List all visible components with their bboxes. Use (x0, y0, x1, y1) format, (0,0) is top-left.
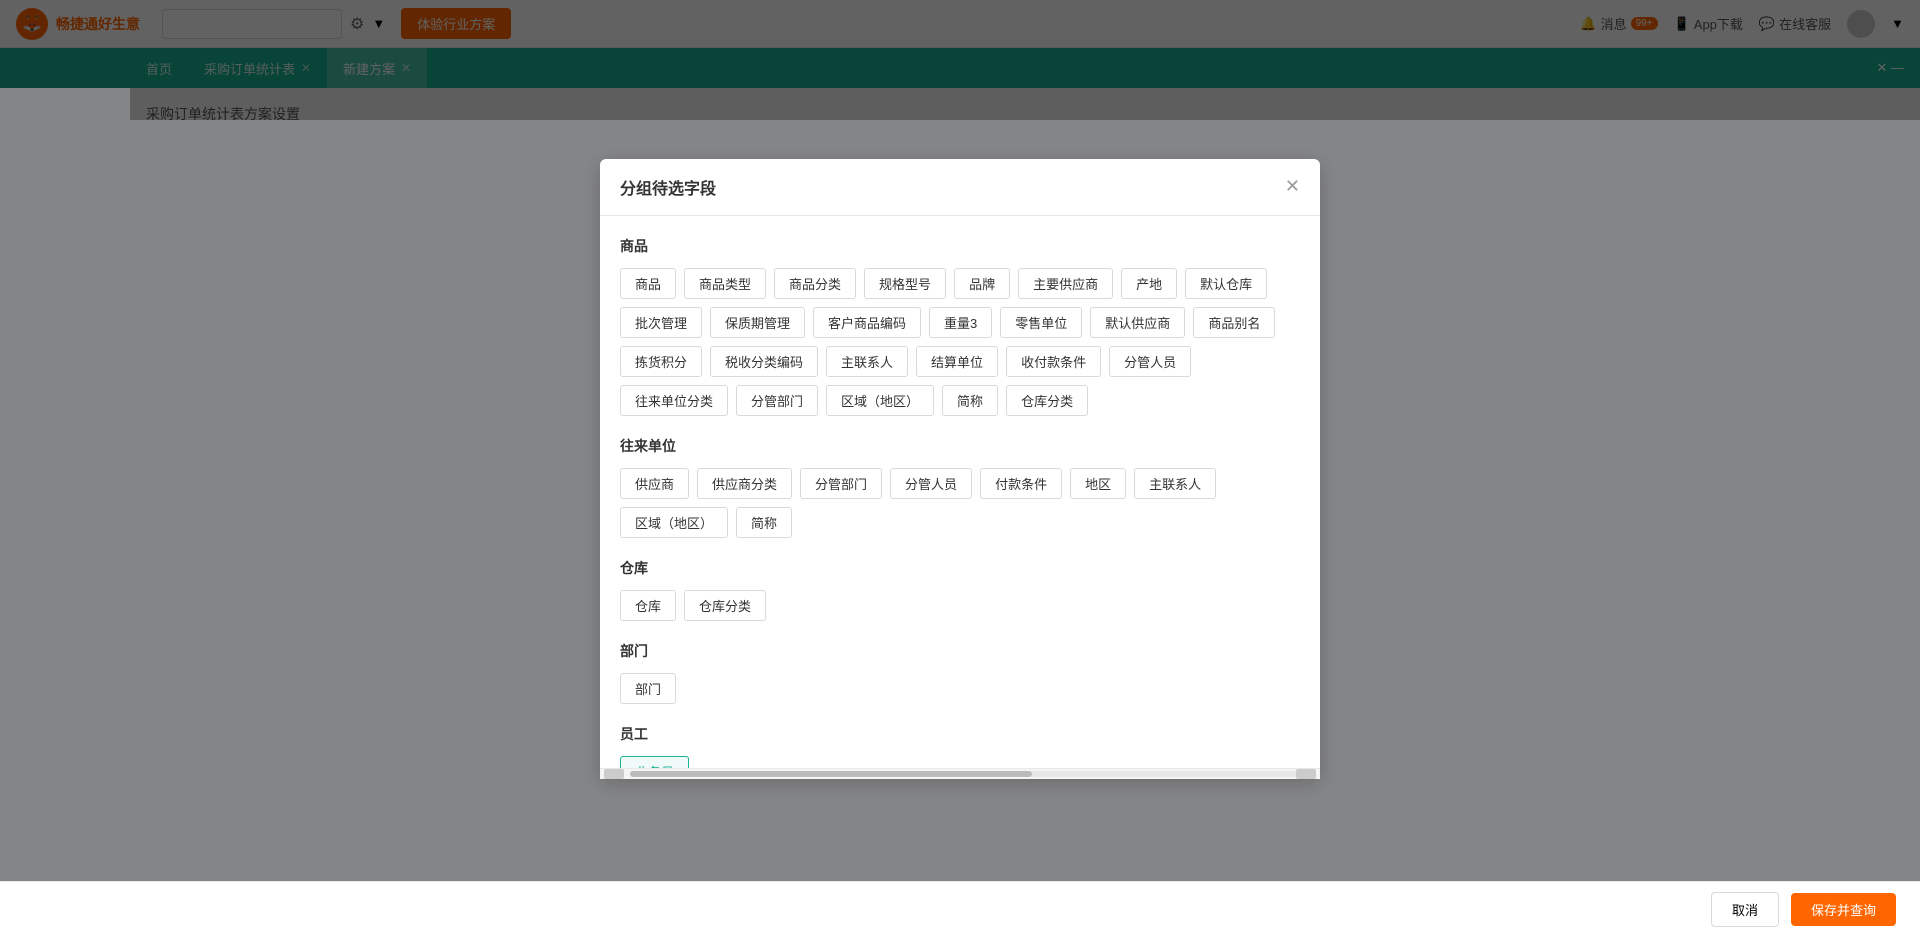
field-tags-goods: 商品 商品类型 商品分类 规格型号 品牌 主要供应商 产地 默认仓库 批次管理 … (620, 268, 1300, 416)
field-group-staff: 员工 业务员 (620, 724, 1300, 769)
scrollbar-left-indicator (604, 769, 624, 779)
field-tag-shelf-life[interactable]: 保质期管理 (710, 307, 805, 338)
field-tag-abbr[interactable]: 简称 (942, 385, 998, 416)
field-tag-main-supplier[interactable]: 主要供应商 (1018, 268, 1113, 299)
field-tag-abbr2[interactable]: 简称 (736, 507, 792, 538)
field-tag-warehouse-cat[interactable]: 仓库分类 (684, 590, 766, 621)
field-tag-goods-type[interactable]: 商品类型 (684, 268, 766, 299)
field-tag-weight[interactable]: 重量3 (929, 307, 992, 338)
field-tag-supervisor2[interactable]: 分管人员 (890, 468, 972, 499)
field-tag-customer-code[interactable]: 客户商品编码 (813, 307, 921, 338)
field-tag-spec-model[interactable]: 规格型号 (864, 268, 946, 299)
field-tag-salesperson[interactable]: 业务员 (620, 756, 689, 769)
field-tags-staff: 业务员 (620, 756, 1300, 769)
field-group-partner: 往来单位 供应商 供应商分类 分管部门 分管人员 付款条件 地区 主联系人 区域… (620, 436, 1300, 538)
field-tag-payment-terms2[interactable]: 付款条件 (980, 468, 1062, 499)
field-tag-region2[interactable]: 地区 (1070, 468, 1126, 499)
field-tag-supervisor[interactable]: 分管人员 (1109, 346, 1191, 377)
field-tag-retail-unit[interactable]: 零售单位 (1000, 307, 1082, 338)
field-group-dept: 部门 部门 (620, 641, 1300, 704)
modal-title: 分组待选字段 (620, 175, 716, 199)
field-tag-tax-code[interactable]: 税收分类编码 (710, 346, 818, 377)
field-tag-default-warehouse[interactable]: 默认仓库 (1185, 268, 1267, 299)
field-tag-pick-points[interactable]: 拣货积分 (620, 346, 702, 377)
field-tag-origin[interactable]: 产地 (1121, 268, 1177, 299)
modal-body[interactable]: 商品 商品 商品类型 商品分类 规格型号 品牌 主要供应商 产地 默认仓库 批次… (600, 216, 1320, 769)
field-tag-batch-mgmt[interactable]: 批次管理 (620, 307, 702, 338)
field-tag-goods-category[interactable]: 商品分类 (774, 268, 856, 299)
field-tag-warehouse[interactable]: 仓库 (620, 590, 676, 621)
field-tag-alias[interactable]: 商品别名 (1193, 307, 1275, 338)
field-tag-main-contact2[interactable]: 主联系人 (1134, 468, 1216, 499)
field-group-partner-title: 往来单位 (620, 436, 1300, 456)
field-tag-default-supplier[interactable]: 默认供应商 (1090, 307, 1185, 338)
field-tag-dept-managed[interactable]: 分管部门 (736, 385, 818, 416)
field-tag-supplier-category[interactable]: 供应商分类 (697, 468, 792, 499)
modal-save-button[interactable]: 保存并查询 (1791, 893, 1896, 926)
modal-bottom-bar: 取消 保存并查询 (0, 881, 1920, 937)
field-tag-warehouse-category[interactable]: 仓库分类 (1006, 385, 1088, 416)
field-group-goods: 商品 商品 商品类型 商品分类 规格型号 品牌 主要供应商 产地 默认仓库 批次… (620, 236, 1300, 416)
field-group-goods-title: 商品 (620, 236, 1300, 256)
scrollbar-right-indicator (1296, 769, 1316, 779)
field-tag-supplier[interactable]: 供应商 (620, 468, 689, 499)
field-tag-main-contact[interactable]: 主联系人 (826, 346, 908, 377)
field-tag-brand[interactable]: 品牌 (954, 268, 1010, 299)
modal-cancel-button[interactable]: 取消 (1711, 892, 1779, 927)
horizontal-scrollbar[interactable] (600, 768, 1320, 778)
modal-overlay: 分组待选字段 ✕ 商品 商品 商品类型 商品分类 规格型号 品牌 主要供应商 产… (0, 0, 1920, 937)
scrollbar-thumb (630, 771, 1032, 777)
field-group-staff-title: 员工 (620, 724, 1300, 744)
modal-header: 分组待选字段 ✕ (600, 159, 1320, 216)
field-tags-warehouse: 仓库 仓库分类 (620, 590, 1300, 621)
field-group-warehouse: 仓库 仓库 仓库分类 (620, 558, 1300, 621)
field-group-warehouse-title: 仓库 (620, 558, 1300, 578)
field-tags-partner: 供应商 供应商分类 分管部门 分管人员 付款条件 地区 主联系人 区域（地区） … (620, 468, 1300, 538)
scrollbar-track (630, 771, 1300, 777)
field-tags-dept: 部门 (620, 673, 1300, 704)
modal: 分组待选字段 ✕ 商品 商品 商品类型 商品分类 规格型号 品牌 主要供应商 产… (600, 159, 1320, 779)
field-tag-region3[interactable]: 区域（地区） (620, 507, 728, 538)
field-tag-settlement-unit[interactable]: 结算单位 (916, 346, 998, 377)
field-group-dept-title: 部门 (620, 641, 1300, 661)
modal-close-button[interactable]: ✕ (1285, 176, 1300, 197)
field-tag-partner-category[interactable]: 往来单位分类 (620, 385, 728, 416)
field-tag-goods[interactable]: 商品 (620, 268, 676, 299)
field-tag-region[interactable]: 区域（地区） (826, 385, 934, 416)
field-tag-payment-terms[interactable]: 收付款条件 (1006, 346, 1101, 377)
field-tag-dept[interactable]: 部门 (620, 673, 676, 704)
field-tag-dept-managed2[interactable]: 分管部门 (800, 468, 882, 499)
